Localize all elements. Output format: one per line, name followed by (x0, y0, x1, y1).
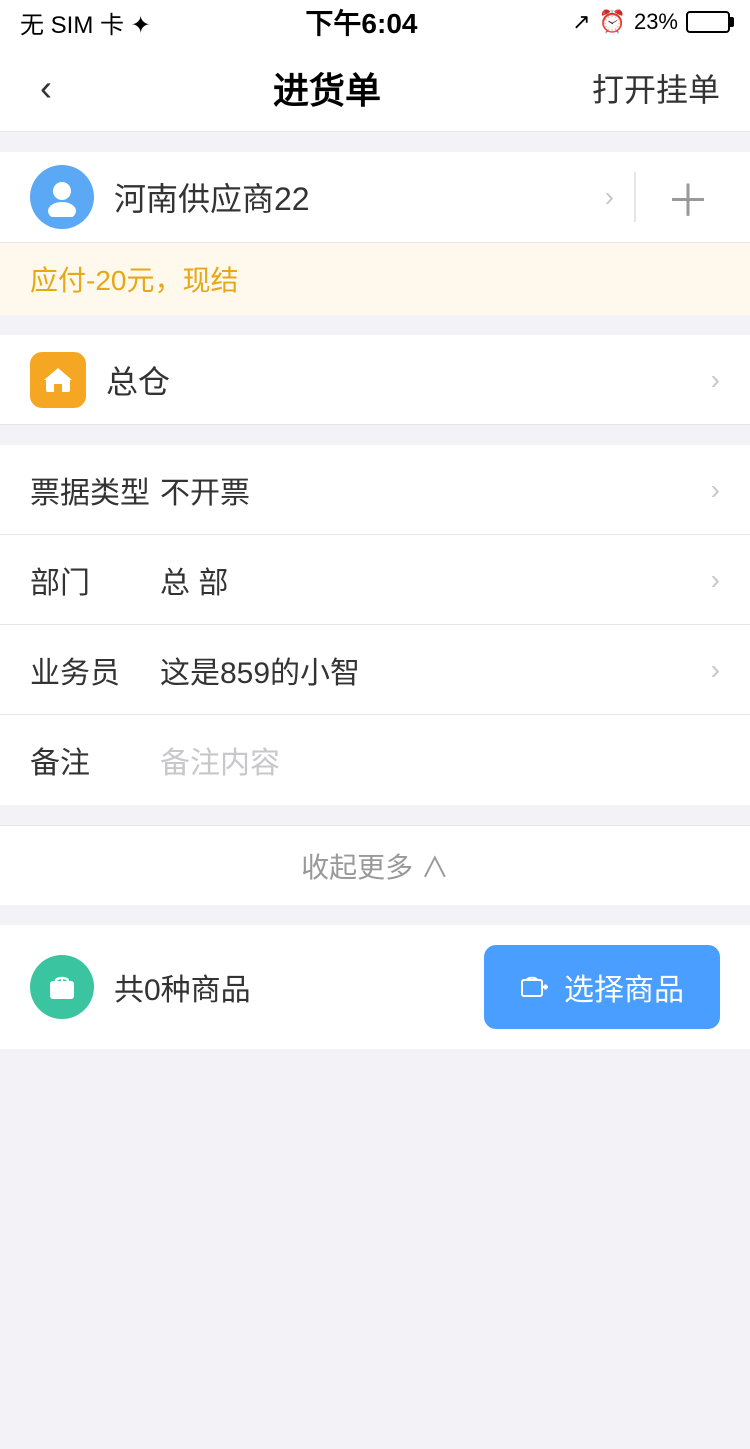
supplier-chevron-icon: › (605, 181, 614, 213)
supplier-row[interactable]: 河南供应商22 › (30, 152, 614, 242)
department-label: 部门 (30, 558, 160, 602)
person-icon (42, 177, 82, 217)
alarm-icon: ⏰ (599, 9, 626, 35)
invoice-type-chevron-icon: › (711, 474, 720, 506)
collapse-row[interactable]: 收起更多 ∧ (0, 825, 750, 905)
salesperson-row[interactable]: 业务员 这是859的小智 › (0, 625, 750, 715)
location-icon: ↗ (572, 9, 590, 35)
remark-label: 备注 (30, 738, 160, 782)
open-pending-button[interactable]: 打开挂单 (592, 65, 720, 111)
status-time: 下午6:04 (305, 2, 417, 42)
form-section: 票据类型 不开票 › 部门 总 部 › 业务员 这是859的小智 › 备注 备注… (0, 445, 750, 805)
supplier-section: 河南供应商22 › ＋ (0, 152, 750, 243)
salesperson-chevron-icon: › (711, 654, 720, 686)
invoice-type-row[interactable]: 票据类型 不开票 › (0, 445, 750, 535)
salesperson-value: 这是859的小智 (160, 648, 711, 692)
salesperson-label: 业务员 (30, 648, 160, 692)
nav-bar: ‹ 进货单 打开挂单 (0, 44, 750, 132)
battery-percent: 23% (634, 9, 678, 35)
warehouse-icon (42, 364, 74, 396)
product-icon-wrap (30, 955, 94, 1019)
invoice-type-label: 票据类型 (30, 468, 160, 512)
collapse-label: 收起更多 ∧ (301, 846, 449, 886)
back-button[interactable]: ‹ (30, 57, 62, 119)
select-goods-label: 选择商品 (564, 965, 684, 1009)
remark-input[interactable]: 备注内容 (160, 738, 720, 782)
supplier-name: 河南供应商22 (114, 174, 585, 220)
warehouse-row[interactable]: 总仓 › (0, 335, 750, 425)
select-goods-icon (520, 972, 550, 1002)
notice-banner: 应付-20元，现结 (0, 243, 750, 315)
battery-icon (686, 11, 730, 33)
product-footer: 共0种商品 选择商品 (0, 925, 750, 1049)
product-count: 共0种商品 (114, 965, 464, 1009)
warehouse-label: 总仓 (106, 357, 691, 403)
status-left: 无 SIM 卡 ✦ (20, 5, 151, 40)
department-value: 总 部 (160, 558, 711, 602)
remark-row[interactable]: 备注 备注内容 (0, 715, 750, 805)
select-goods-button[interactable]: 选择商品 (484, 945, 720, 1029)
department-row[interactable]: 部门 总 部 › (0, 535, 750, 625)
department-chevron-icon: › (711, 564, 720, 596)
shopping-bag-icon (44, 969, 80, 1005)
supplier-divider (634, 172, 636, 222)
bottom-area (0, 1049, 750, 1449)
warehouse-icon-wrap (30, 352, 86, 408)
section-divider-2 (0, 315, 750, 335)
add-supplier-button[interactable]: ＋ (656, 155, 720, 239)
page-title: 进货单 (273, 62, 381, 114)
warehouse-chevron-icon: › (711, 364, 720, 396)
invoice-type-value: 不开票 (160, 468, 711, 512)
status-bar: 无 SIM 卡 ✦ 下午6:04 ↗ ⏰ 23% (0, 0, 750, 44)
notice-text: 应付-20元，现结 (30, 265, 238, 296)
section-divider-1 (0, 132, 750, 152)
supplier-avatar (30, 165, 94, 229)
status-right: ↗ ⏰ 23% (572, 9, 730, 35)
